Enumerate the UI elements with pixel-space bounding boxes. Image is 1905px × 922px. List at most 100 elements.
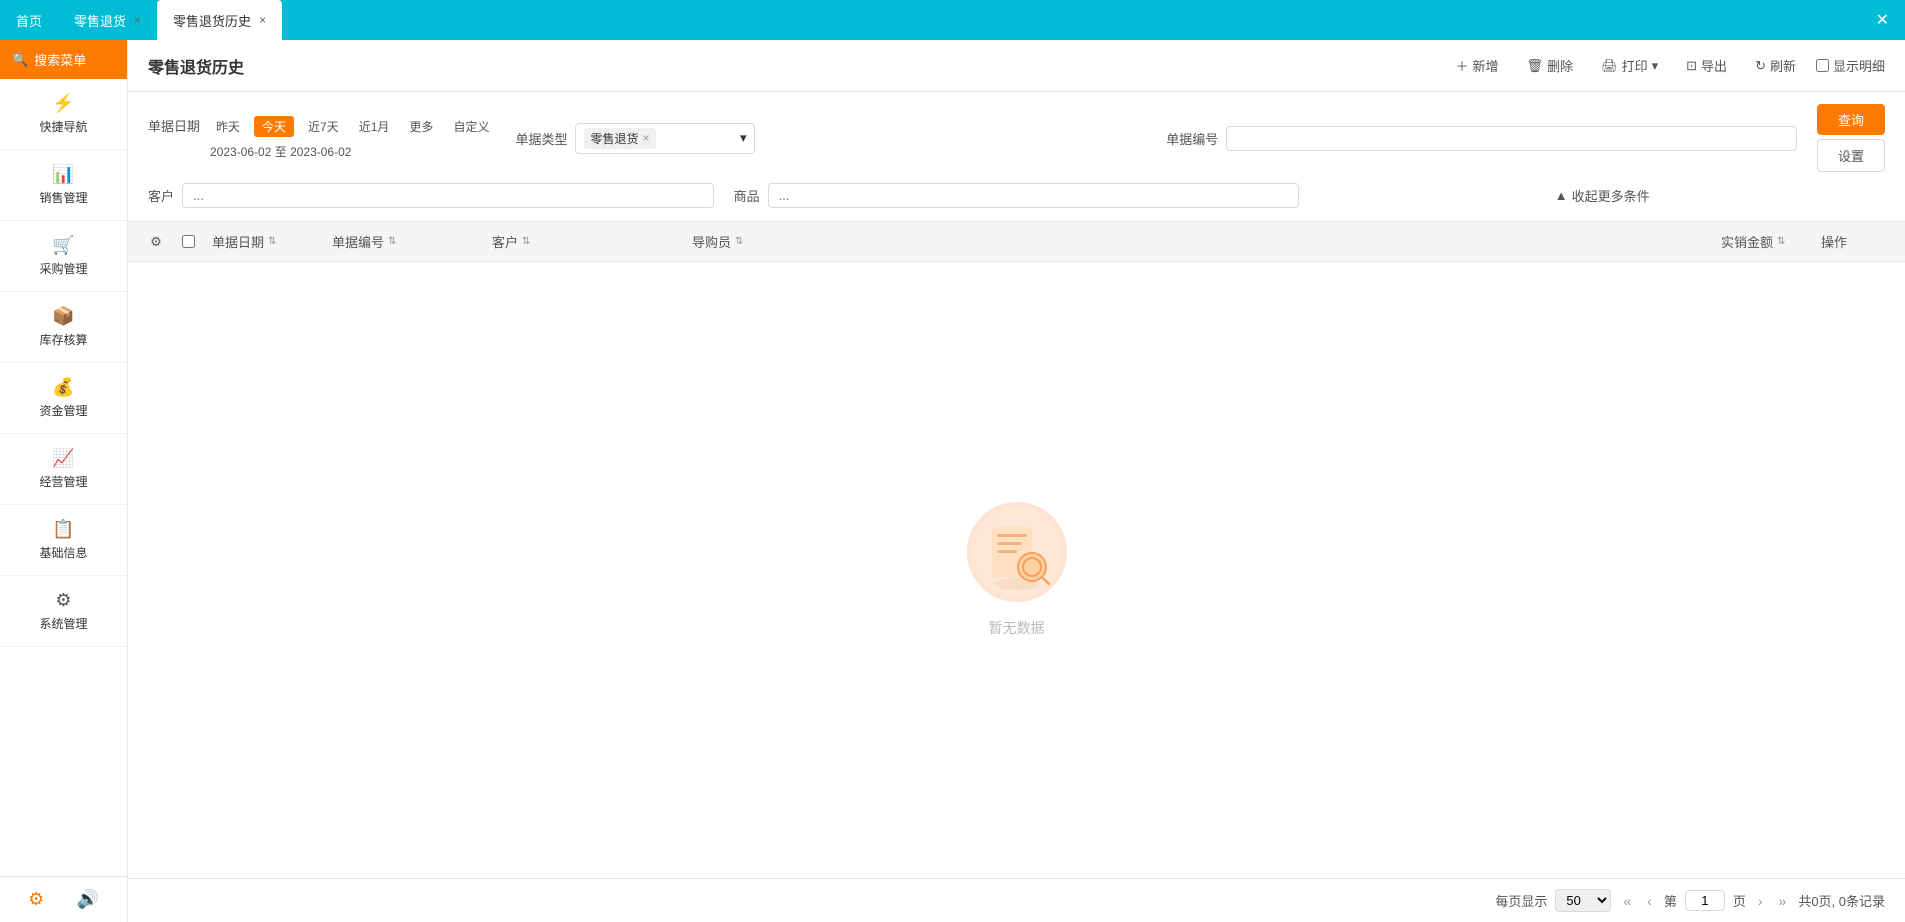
sidebar-item-label: 经营管理 [39, 473, 87, 490]
delete-icon: 🗑 [1527, 58, 1544, 74]
number-filter-input[interactable] [1226, 126, 1797, 151]
sidebar-item-finance[interactable]: 💰 资金管理 [0, 363, 127, 434]
first-page-button[interactable]: « [1619, 893, 1635, 909]
date-opt-1month[interactable]: 近1月 [353, 116, 396, 137]
filter-bar: 单据日期 昨天 今天 近7天 近1月 更多 自定义 2023-06-02 至 2… [128, 92, 1905, 222]
refresh-icon: ↻ [1755, 58, 1766, 74]
collapse-label: 收起更多条件 [1572, 186, 1650, 205]
type-tag-close[interactable]: × [642, 131, 649, 145]
export-icon: ⊡ [1686, 58, 1697, 74]
type-tag-value: 零售退货 [590, 130, 638, 147]
print-dropdown-icon: ▾ [1652, 58, 1659, 74]
date-opt-7days[interactable]: 近7天 [302, 116, 345, 137]
new-button[interactable]: ＋ 新增 [1448, 52, 1507, 79]
page-prefix: 第 [1664, 891, 1677, 910]
tab-home-label: 首页 [16, 11, 42, 30]
sidebar-search[interactable]: 🔍 搜索菜单 [0, 40, 127, 79]
filter-row-2: 客户 商品 ▲ 收起更多条件 [148, 182, 1885, 209]
next-page-button[interactable]: › [1754, 893, 1767, 909]
set-button[interactable]: 设置 [1817, 139, 1885, 172]
table-settings-icon[interactable]: ⚙ [140, 234, 172, 250]
query-button[interactable]: 查询 [1817, 104, 1885, 135]
display-detail-checkbox[interactable] [1816, 59, 1829, 72]
sidebar-item-operations[interactable]: 📈 经营管理 [0, 434, 127, 505]
goods-filter-label: 商品 [734, 186, 760, 205]
empty-icon [967, 502, 1067, 602]
tab-retail-history[interactable]: 零售退货历史 × [157, 0, 282, 40]
sidebar-item-system[interactable]: ⚙ 系统管理 [0, 576, 127, 647]
refresh-button[interactable]: ↻ 刷新 [1747, 52, 1804, 79]
collapse-container: ▲ 收起更多条件 [1319, 182, 1885, 209]
tab-retail-history-close[interactable]: × [259, 13, 266, 27]
export-label: 导出 [1701, 56, 1727, 75]
th-customer[interactable]: 客户 ⇅ [484, 232, 684, 251]
collapse-up-icon: ▲ [1555, 188, 1568, 203]
new-icon: ＋ [1456, 56, 1469, 75]
delete-button[interactable]: 🗑 删除 [1519, 52, 1582, 79]
volume-icon[interactable]: 🔊 [76, 889, 98, 910]
sidebar-item-label: 采购管理 [39, 260, 87, 277]
table-header: ⚙ 单据日期 ⇅ 单据编号 ⇅ 客户 ⇅ 导购员 ⇅ [128, 222, 1905, 262]
system-icon: ⚙ [55, 590, 71, 611]
table-select-all[interactable] [172, 235, 204, 248]
select-all-checkbox[interactable] [182, 235, 195, 248]
per-page-select[interactable]: 50 20 100 [1555, 889, 1611, 912]
page-title: 零售退货历史 [148, 54, 244, 78]
customer-filter-input[interactable] [182, 183, 714, 208]
print-label: 打印 [1622, 56, 1648, 75]
collapse-button[interactable]: ▲ 收起更多条件 [1543, 182, 1662, 209]
tab-retail-return[interactable]: 零售退货 × [58, 0, 157, 40]
sidebar-item-label: 销售管理 [39, 189, 87, 206]
sales-icon: 📊 [52, 164, 74, 185]
tab-retail-return-close[interactable]: × [134, 13, 141, 27]
last-page-button[interactable]: » [1775, 893, 1791, 909]
main-layout: 🔍 搜索菜单 ⚡ 快捷导航 📊 销售管理 🛒 采购管理 📦 库存核算 💰 资金管… [0, 40, 1905, 922]
page-header: 零售退货历史 ＋ 新增 🗑 删除 🖨 打印 ▾ ⊡ 导出 [128, 40, 1905, 92]
settings-icon[interactable]: ⚙ [28, 889, 44, 910]
th-amount-label: 实销金额 [1721, 232, 1773, 251]
basics-icon: 📋 [52, 519, 74, 540]
th-date[interactable]: 单据日期 ⇅ [204, 232, 324, 251]
date-opt-yesterday[interactable]: 昨天 [210, 116, 246, 137]
sidebar-item-quick-nav[interactable]: ⚡ 快捷导航 [0, 79, 127, 150]
th-amount[interactable]: 实销金额 ⇅ [1713, 232, 1813, 251]
print-button[interactable]: 🖨 打印 ▾ [1593, 52, 1666, 79]
date-opt-more[interactable]: 更多 [403, 116, 439, 137]
type-filter-group: 单据类型 零售退货 × ▾ [515, 123, 1146, 154]
export-button[interactable]: ⊡ 导出 [1678, 52, 1735, 79]
purchase-icon: 🛒 [52, 235, 74, 256]
type-filter-label: 单据类型 [515, 129, 567, 148]
display-detail-check[interactable]: 显示明细 [1816, 56, 1885, 75]
th-customer-sort-icon: ⇅ [522, 236, 530, 247]
page-number-input[interactable]: 1 [1685, 890, 1725, 911]
tab-home[interactable]: 首页 [0, 0, 58, 40]
th-guide[interactable]: 导购员 ⇅ [684, 232, 834, 251]
date-options-group: 昨天 今天 近7天 近1月 更多 自定义 2023-06-02 至 2023-0… [210, 116, 495, 160]
tab-bar: 首页 零售退货 × 零售退货历史 × ✕ [0, 0, 1905, 40]
th-amount-sort-icon: ⇅ [1777, 236, 1785, 247]
th-ops: 操作 [1813, 232, 1893, 251]
tab-retail-history-label: 零售退货历史 [173, 11, 251, 30]
th-num[interactable]: 单据编号 ⇅ [324, 232, 484, 251]
date-opt-today[interactable]: 今天 [254, 116, 294, 137]
type-select[interactable]: 零售退货 × ▾ [575, 123, 755, 154]
action-buttons: 查询 设置 [1817, 104, 1885, 172]
sidebar-item-purchase[interactable]: 🛒 采购管理 [0, 221, 127, 292]
total-text: 共0页, 0条记录 [1798, 891, 1885, 910]
sidebar-item-sales[interactable]: 📊 销售管理 [0, 150, 127, 221]
tab-retail-return-label: 零售退货 [74, 11, 126, 30]
sidebar-item-inventory[interactable]: 📦 库存核算 [0, 292, 127, 363]
goods-filter-group: 商品 [734, 183, 1300, 208]
th-guide-sort-icon: ⇅ [735, 236, 743, 247]
date-opt-custom[interactable]: 自定义 [447, 116, 495, 137]
display-detail-label: 显示明细 [1833, 56, 1885, 75]
window-close-button[interactable]: ✕ [1860, 10, 1905, 30]
inventory-icon: 📦 [52, 306, 74, 327]
sidebar-search-label: 搜索菜单 [34, 50, 86, 69]
prev-page-button[interactable]: ‹ [1643, 893, 1656, 909]
goods-filter-input[interactable] [768, 183, 1300, 208]
sidebar-item-basics[interactable]: 📋 基础信息 [0, 505, 127, 576]
search-icon: 🔍 [12, 52, 28, 68]
print-icon: 🖨 [1601, 58, 1618, 74]
sidebar-item-label: 资金管理 [39, 402, 87, 419]
